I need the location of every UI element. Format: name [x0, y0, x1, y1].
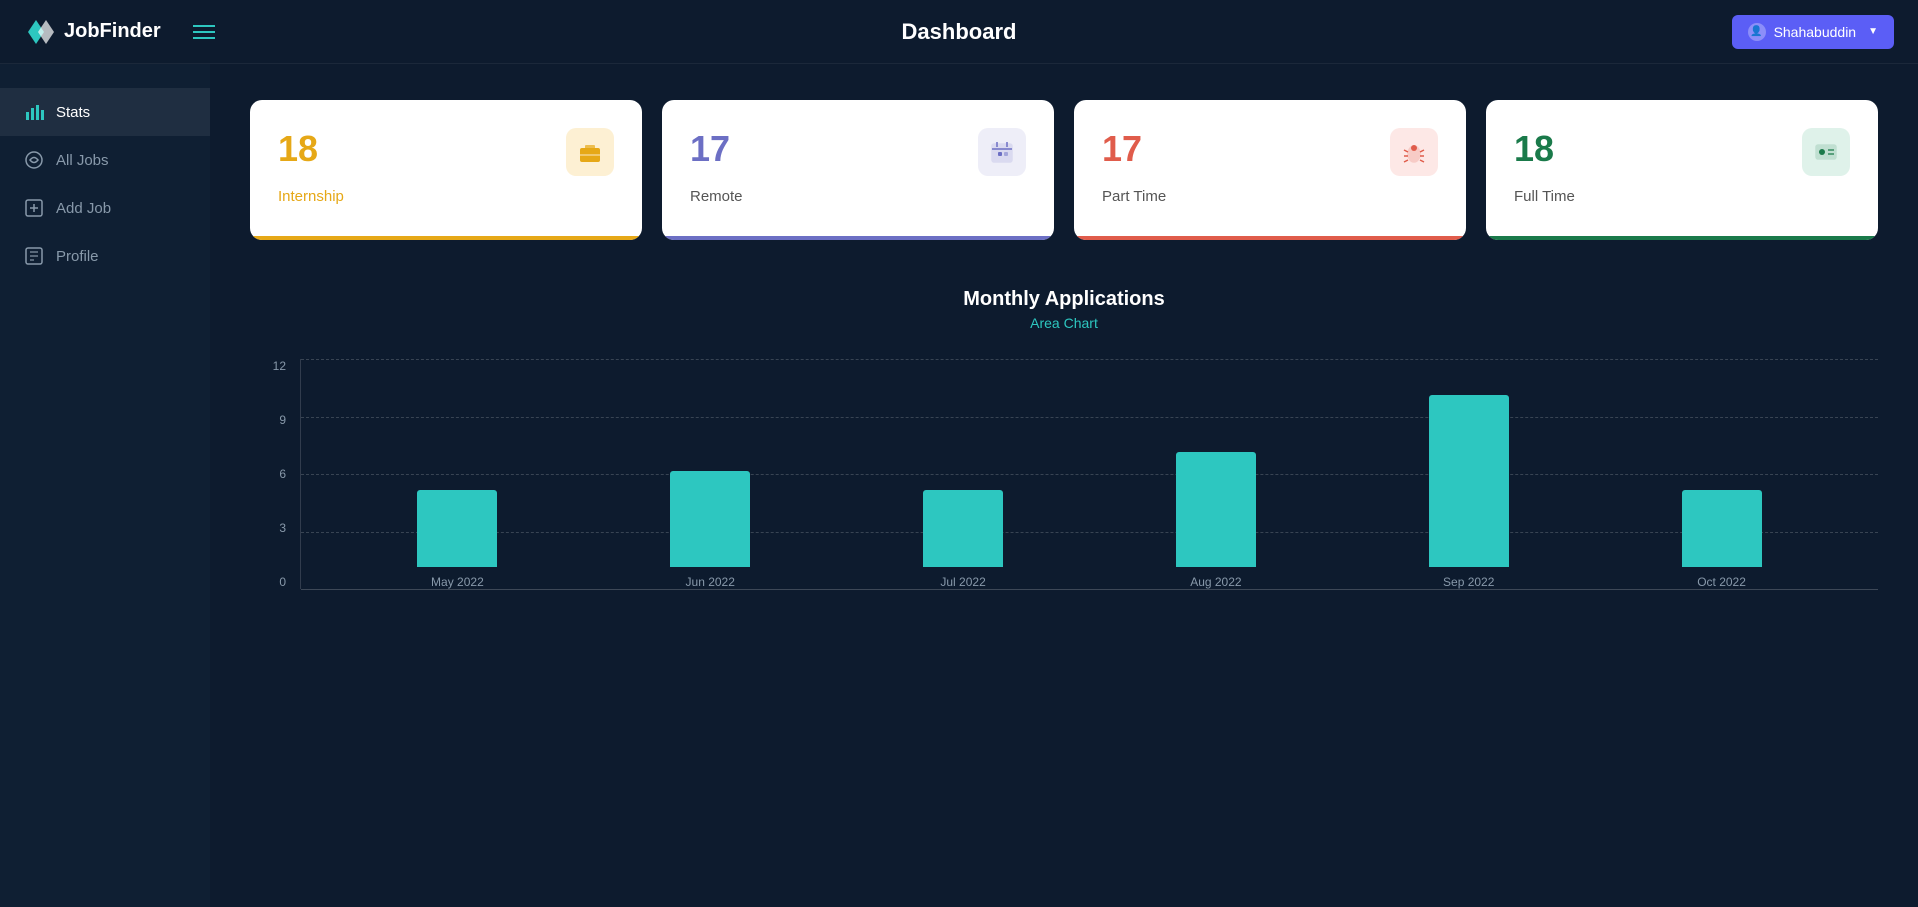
- bar-group-jul: Jul 2022: [923, 490, 1003, 589]
- user-name: Shahabuddin: [1774, 24, 1857, 40]
- stat-card-remote: 17 Remote: [662, 100, 1054, 240]
- stat-label-remote: Remote: [690, 188, 1026, 225]
- stat-number-remote: 17: [690, 128, 730, 170]
- header-right: 👤 Shahabuddin ▼: [1732, 15, 1894, 49]
- bar-group-jun: Jun 2022: [670, 471, 750, 589]
- bar-label-sep: Sep 2022: [1443, 575, 1494, 589]
- sidebar-label-add-job: Add Job: [56, 200, 111, 217]
- sidebar-label-stats: Stats: [56, 104, 90, 121]
- chart-section: Monthly Applications Area Chart 0 3 6 9 …: [250, 288, 1878, 589]
- chart-area: May 2022 Jun 2022 Jul 2022 Aug 2: [300, 359, 1878, 589]
- y-label-12: 12: [250, 359, 294, 373]
- stat-card-top-internship: 18: [278, 128, 614, 176]
- layout: Stats All Jobs Add Job: [0, 64, 1918, 907]
- chart-title: Monthly Applications: [250, 288, 1878, 311]
- remote-icon-box: [978, 128, 1026, 176]
- header-left: JobFinder: [24, 16, 215, 48]
- logo-icon: [24, 16, 56, 48]
- stat-card-bar-internship: [250, 236, 642, 240]
- sidebar: Stats All Jobs Add Job: [0, 64, 210, 907]
- logo-text: JobFinder: [64, 20, 161, 43]
- bar-group-may: May 2022: [417, 490, 497, 589]
- id-card-icon: [1812, 138, 1840, 166]
- chart-wrapper: 0 3 6 9 12: [250, 359, 1878, 589]
- sidebar-item-profile[interactable]: Profile: [0, 232, 210, 280]
- bar-group-aug: Aug 2022: [1176, 452, 1256, 589]
- sidebar-label-profile: Profile: [56, 248, 99, 265]
- stat-card-top-remote: 17: [690, 128, 1026, 176]
- sidebar-label-all-jobs: All Jobs: [56, 152, 109, 169]
- stat-label-internship: Internship: [278, 188, 614, 225]
- sidebar-item-all-jobs[interactable]: All Jobs: [0, 136, 210, 184]
- bars-container: May 2022 Jun 2022 Jul 2022 Aug 2: [301, 359, 1878, 589]
- user-avatar-icon: 👤: [1748, 23, 1766, 41]
- bar-jun: [670, 471, 750, 567]
- stat-card-parttime: 17 Part Time: [1074, 100, 1466, 240]
- fulltime-icon-box: [1802, 128, 1850, 176]
- gridline-0: [301, 589, 1878, 590]
- y-label-6: 6: [250, 467, 294, 481]
- bar-label-oct: Oct 2022: [1697, 575, 1746, 589]
- stat-card-internship: 18 Internship: [250, 100, 642, 240]
- y-axis: 0 3 6 9 12: [250, 359, 294, 589]
- main-content: 18 Internship 17: [210, 64, 1918, 907]
- bar-group-sep: Sep 2022: [1429, 395, 1509, 590]
- bar-aug: [1176, 452, 1256, 567]
- bar-oct: [1682, 490, 1762, 567]
- stat-number-fulltime: 18: [1514, 128, 1554, 170]
- stat-label-parttime: Part Time: [1102, 188, 1438, 225]
- stat-card-bar-remote: [662, 236, 1054, 240]
- stat-card-bar-parttime: [1074, 236, 1466, 240]
- add-job-icon: [24, 198, 44, 218]
- sidebar-item-stats[interactable]: Stats: [0, 88, 210, 136]
- bar-label-may: May 2022: [431, 575, 484, 589]
- chevron-down-icon: ▼: [1868, 26, 1878, 37]
- y-label-9: 9: [250, 413, 294, 427]
- jobs-icon: [24, 150, 44, 170]
- menu-icon[interactable]: [193, 25, 215, 39]
- calendar-icon: [988, 138, 1016, 166]
- briefcase-icon: [576, 138, 604, 166]
- header: JobFinder Dashboard 👤 Shahabuddin ▼: [0, 0, 1918, 64]
- stat-number-internship: 18: [278, 128, 318, 170]
- stat-number-parttime: 17: [1102, 128, 1142, 170]
- sidebar-item-add-job[interactable]: Add Job: [0, 184, 210, 232]
- bar-label-jul: Jul 2022: [940, 575, 985, 589]
- parttime-icon-box: [1390, 128, 1438, 176]
- bar-jul: [923, 490, 1003, 567]
- logo: JobFinder: [24, 16, 161, 48]
- stats-cards: 18 Internship 17: [250, 100, 1878, 240]
- y-label-3: 3: [250, 521, 294, 535]
- stat-card-top-parttime: 17: [1102, 128, 1438, 176]
- stat-card-fulltime: 18 Full Time: [1486, 100, 1878, 240]
- bar-group-oct: Oct 2022: [1682, 490, 1762, 589]
- internship-icon-box: [566, 128, 614, 176]
- bar-label-jun: Jun 2022: [686, 575, 735, 589]
- stat-label-fulltime: Full Time: [1514, 188, 1850, 225]
- page-title: Dashboard: [902, 19, 1017, 45]
- bar-label-aug: Aug 2022: [1190, 575, 1241, 589]
- chart-subtitle: Area Chart: [250, 315, 1878, 331]
- bug-icon: [1400, 138, 1428, 166]
- bar-sep: [1429, 395, 1509, 568]
- bar-chart-icon: [24, 102, 44, 122]
- y-label-0: 0: [250, 575, 294, 589]
- profile-icon: [24, 246, 44, 266]
- bar-may: [417, 490, 497, 567]
- stat-card-top-fulltime: 18: [1514, 128, 1850, 176]
- user-menu-button[interactable]: 👤 Shahabuddin ▼: [1732, 15, 1894, 49]
- stat-card-bar-fulltime: [1486, 236, 1878, 240]
